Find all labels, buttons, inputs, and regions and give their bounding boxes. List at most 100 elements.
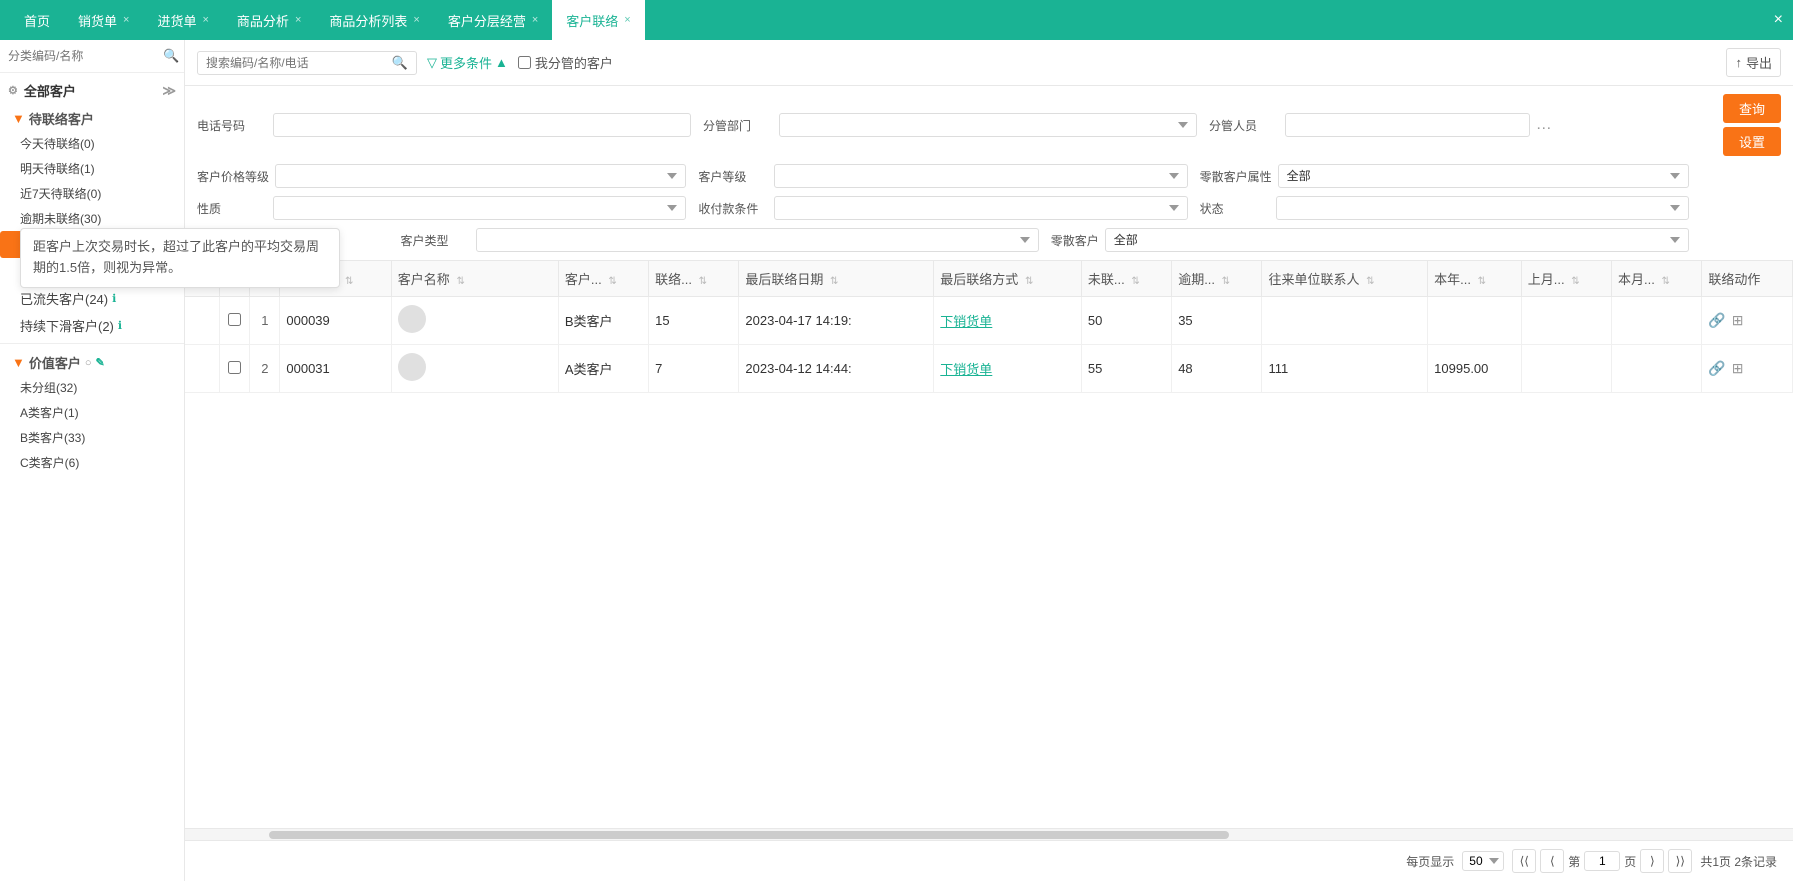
next-page-btn[interactable]: ⟩ xyxy=(1640,849,1664,873)
sort-name-icon[interactable]: ⇅ xyxy=(456,276,464,287)
nav-item-purchase[interactable]: 进货单 × xyxy=(143,0,222,40)
th-last-month: 上月... ⇅ xyxy=(1521,261,1611,297)
sidebar-item-ungroup[interactable]: 未分组(32) xyxy=(0,375,184,400)
price-grade-select[interactable] xyxy=(275,164,686,188)
status-select[interactable] xyxy=(1276,196,1689,220)
settings-button[interactable]: 设置 xyxy=(1723,127,1781,156)
prev-page-btn[interactable]: ⟨ xyxy=(1540,849,1564,873)
sidebar-item-churned[interactable]: 已流失客户(24) ℹ xyxy=(0,285,184,312)
value-edit-icon[interactable]: ✎ xyxy=(96,356,105,369)
sort-this-month-icon[interactable]: ⇅ xyxy=(1662,276,1670,287)
customer-grade-select[interactable] xyxy=(774,164,1187,188)
row1-link-icon[interactable]: 🔗 xyxy=(1708,312,1725,329)
row2-check[interactable] xyxy=(228,361,241,374)
table-row: 2 000031 A类客户 7 xyxy=(185,345,1793,393)
nav-item-home[interactable]: 首页 xyxy=(10,0,64,40)
my-customers-check[interactable] xyxy=(518,56,531,69)
per-page-select[interactable]: 50 xyxy=(1462,851,1504,871)
page-input[interactable] xyxy=(1584,851,1620,871)
row1-company-contact xyxy=(1262,297,1428,345)
first-page-btn[interactable]: ⟨⟨ xyxy=(1512,849,1536,873)
close-analysis-tab[interactable]: × xyxy=(295,14,301,26)
row1-last-method: 下销货单 xyxy=(934,297,1082,345)
horizontal-scrollbar[interactable] xyxy=(185,828,1793,840)
sort-contact-icon[interactable]: ⇅ xyxy=(699,276,707,287)
filter-price-grade: 客户价格等级 xyxy=(197,164,686,188)
sort-type-icon[interactable]: ⇅ xyxy=(608,276,616,287)
more-conditions-btn[interactable]: ▽ 更多条件 ▲ xyxy=(427,53,508,72)
churned-info-icon: ℹ xyxy=(112,292,116,305)
group-label-value: ▼ 价值客户 ○ ✎ xyxy=(0,348,184,375)
th-last-date: 最后联络日期 ⇅ xyxy=(739,261,934,297)
sidebar-item-c-class[interactable]: C类客户(6) xyxy=(0,450,184,475)
filter-phone: 电话号码 xyxy=(197,113,691,137)
nav-item-analysis[interactable]: 商品分析 × xyxy=(223,0,315,40)
row1-this-year xyxy=(1428,297,1522,345)
group-label-pending: ▼ 待联络客户 xyxy=(0,104,184,131)
value-sort-icon[interactable]: ○ xyxy=(85,357,92,369)
row2-action-icons: 🔗 ⊞ xyxy=(1708,360,1786,377)
row1-grid-icon[interactable]: ⊞ xyxy=(1732,312,1744,329)
sidebar-item-b-class[interactable]: B类客户(33) xyxy=(0,425,184,450)
row2-this-year: 10995.00 xyxy=(1428,345,1522,393)
row1-actions: 🔗 ⊞ xyxy=(1702,297,1793,345)
scattered-attr-select[interactable]: 全部 xyxy=(1278,164,1689,188)
manager-input[interactable] xyxy=(1285,113,1530,137)
last-page-btn[interactable]: ⟩⟩ xyxy=(1668,849,1692,873)
sort-method-icon[interactable]: ⇅ xyxy=(1025,276,1033,287)
sidebar-search-icon[interactable]: 🔍 xyxy=(163,48,179,64)
nature-select[interactable] xyxy=(273,196,686,220)
sidebar: 🔍 ⚙ 全部客户 ≫ ▼ 待联络客户 今天待联络(0) 明天待联络(1) 近7天… xyxy=(0,40,185,881)
close-all-tabs[interactable]: × xyxy=(1774,11,1783,29)
filter-icon: ▽ xyxy=(427,55,437,71)
close-purchase-tab[interactable]: × xyxy=(202,14,208,26)
phone-input[interactable] xyxy=(273,113,691,137)
nav-item-customer-contact[interactable]: 客户联络 × xyxy=(552,0,644,40)
row2-last-method: 下销货单 xyxy=(934,345,1082,393)
close-contact-tab[interactable]: × xyxy=(624,14,630,26)
export-button[interactable]: ↑ 导出 xyxy=(1726,48,1781,77)
nav-item-analysis-list[interactable]: 商品分析列表 × xyxy=(315,0,433,40)
row2-this-month xyxy=(1612,345,1702,393)
sidebar-item-7days[interactable]: 近7天待联络(0) xyxy=(0,181,184,206)
row2-link-icon[interactable]: 🔗 xyxy=(1708,360,1725,377)
nav-item-sales[interactable]: 销货单 × xyxy=(64,0,143,40)
row1-check[interactable] xyxy=(228,313,241,326)
sidebar-item-a-class[interactable]: A类客户(1) xyxy=(0,400,184,425)
row2-grid-icon[interactable]: ⊞ xyxy=(1732,360,1744,377)
th-uncontacted: 未联... ⇅ xyxy=(1081,261,1171,297)
row1-num: 1 xyxy=(250,297,280,345)
sort-code-icon[interactable]: ⇅ xyxy=(345,276,353,287)
close-tier-tab[interactable]: × xyxy=(532,14,538,26)
sidebar-search-input[interactable] xyxy=(8,49,163,63)
sidebar-item-today[interactable]: 今天待联络(0) xyxy=(0,131,184,156)
manager-more-icon[interactable]: … xyxy=(1536,116,1552,134)
sort-company-icon[interactable]: ⇅ xyxy=(1366,276,1374,287)
sort-year-icon[interactable]: ⇅ xyxy=(1478,276,1486,287)
th-this-month: 本月... ⇅ xyxy=(1612,261,1702,297)
row2-num: 2 xyxy=(250,345,280,393)
payment-select[interactable] xyxy=(774,196,1187,220)
scattered-customer-select[interactable]: 全部 xyxy=(1105,228,1689,252)
content-area: 🔍 ▽ 更多条件 ▲ 我分管的客户 ↑ 导出 电话号码 xyxy=(185,40,1793,881)
scrollbar-thumb[interactable] xyxy=(269,831,1229,839)
sort-last-month-icon[interactable]: ⇅ xyxy=(1571,276,1579,287)
search-input[interactable] xyxy=(206,56,392,70)
dept-select[interactable] xyxy=(779,113,1197,137)
close-analysis-list-tab[interactable]: × xyxy=(413,14,419,26)
sort-date-icon[interactable]: ⇅ xyxy=(830,276,838,287)
sidebar-item-tomorrow[interactable]: 明天待联络(1) xyxy=(0,156,184,181)
customer-type-select[interactable] xyxy=(476,228,1038,252)
row1-avatar xyxy=(398,305,426,333)
sort-overdue-icon[interactable]: ⇅ xyxy=(1222,276,1230,287)
collapse-sidebar-icon[interactable]: ≫ xyxy=(162,83,176,99)
chevron-up-icon: ▲ xyxy=(495,55,508,70)
row1-name xyxy=(391,297,558,345)
customer-table: ⚙ 客户编码 ⇅ 客户名称 ⇅ xyxy=(185,261,1793,393)
search-icon[interactable]: 🔍 xyxy=(392,55,408,71)
nav-item-customer-tier[interactable]: 客户分层经营 × xyxy=(434,0,552,40)
sidebar-item-declining[interactable]: 持续下滑客户(2) ℹ xyxy=(0,312,184,339)
query-button[interactable]: 查询 xyxy=(1723,94,1781,123)
sort-uncontacted-icon[interactable]: ⇅ xyxy=(1131,276,1139,287)
close-sales-tab[interactable]: × xyxy=(123,14,129,26)
